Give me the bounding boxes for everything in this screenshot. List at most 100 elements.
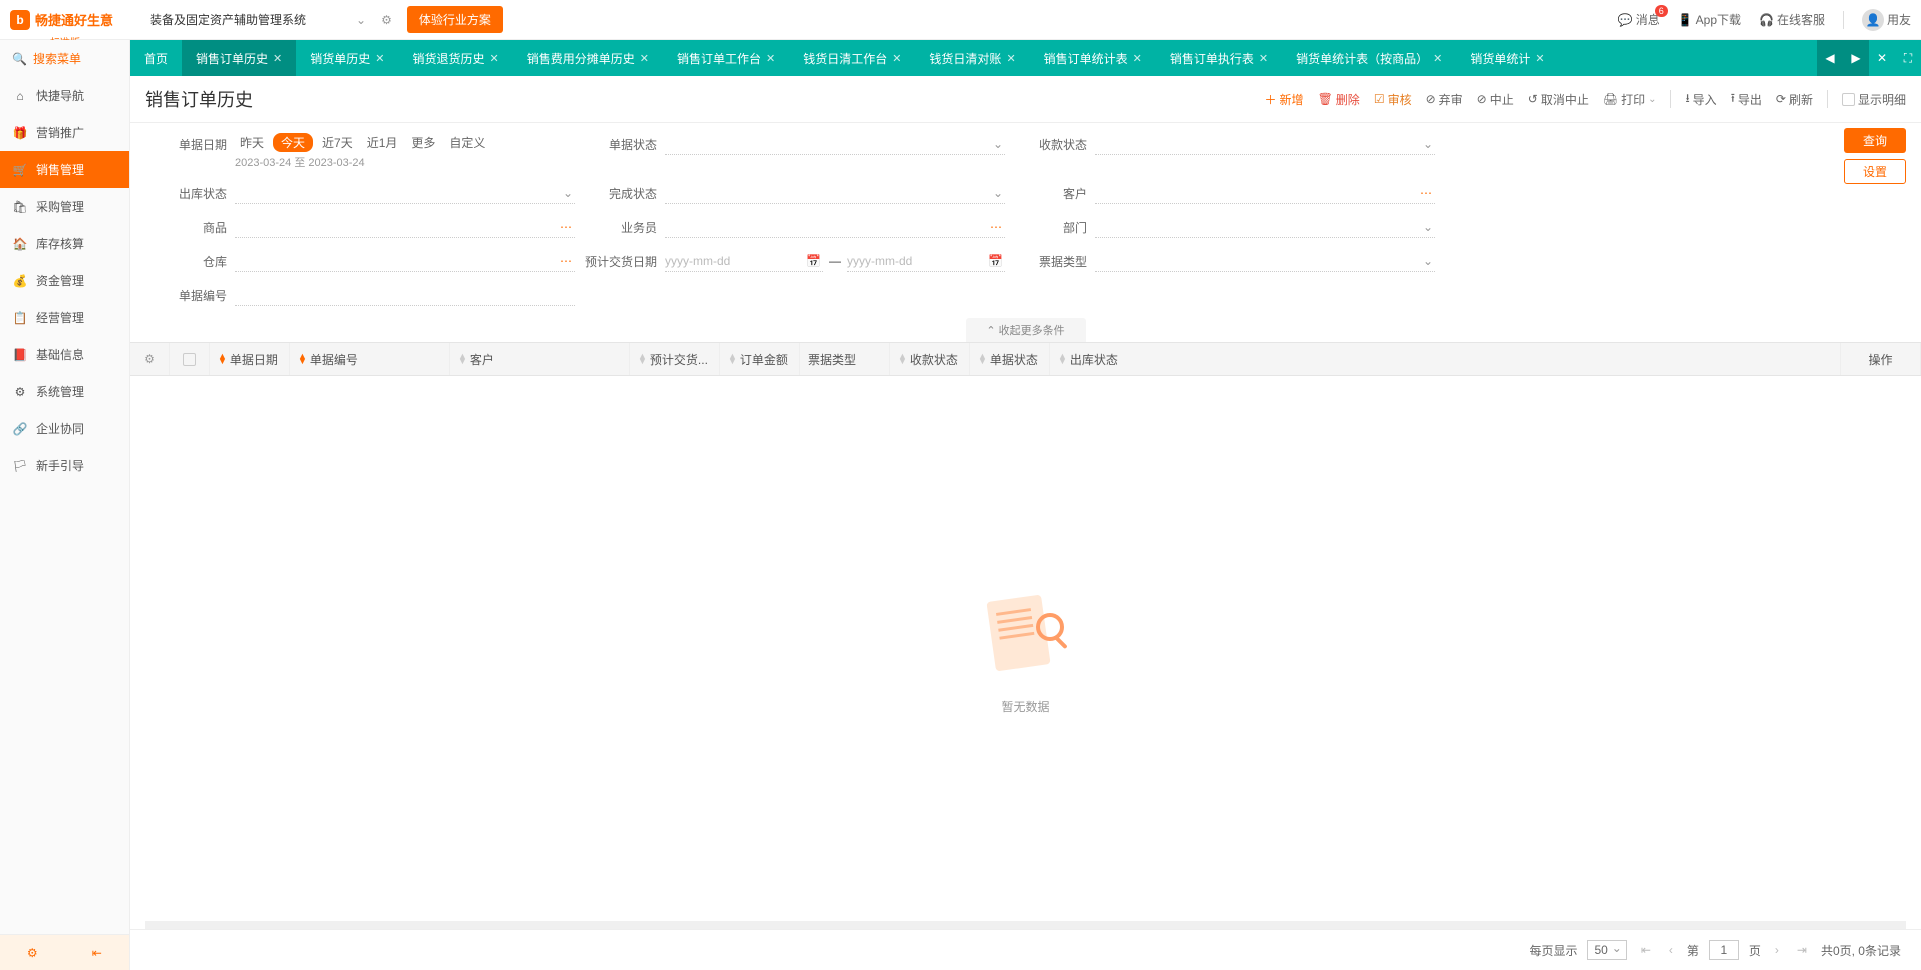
- tab[interactable]: 销货单统计✕: [1456, 40, 1558, 76]
- col-date[interactable]: ▲▼单据日期: [210, 343, 290, 375]
- tab[interactable]: 销售订单统计表✕: [1030, 40, 1156, 76]
- tab[interactable]: 销售订单历史✕: [182, 40, 296, 76]
- tab-fullscreen[interactable]: ⛶: [1895, 40, 1921, 76]
- sidebar-collapse-button[interactable]: ⇤: [65, 935, 130, 970]
- warehouse-picker[interactable]: ⋯: [235, 250, 575, 272]
- sidebar-item-marketing[interactable]: 🎁营销推广: [0, 114, 129, 151]
- tab[interactable]: 销货单历史✕: [296, 40, 398, 76]
- query-button[interactable]: 查询: [1844, 128, 1906, 153]
- download-button[interactable]: 📱 App下载: [1678, 11, 1741, 28]
- settings-button[interactable]: 设置: [1844, 159, 1906, 184]
- date-pill[interactable]: 更多: [406, 133, 440, 152]
- sidebar-item-finance[interactable]: 💰资金管理: [0, 262, 129, 299]
- horizontal-scrollbar[interactable]: [145, 921, 1906, 929]
- industry-plan-button[interactable]: 体验行业方案: [407, 6, 503, 33]
- doc-status-select[interactable]: ⌄: [665, 133, 1005, 155]
- first-page-button[interactable]: ⇤: [1637, 943, 1655, 957]
- sidebar-item-business[interactable]: 📋经营管理: [0, 299, 129, 336]
- dept-select[interactable]: ⌄: [1095, 216, 1435, 238]
- message-button[interactable]: 💬 消息 6: [1618, 11, 1660, 28]
- date-pill[interactable]: 今天: [273, 133, 313, 152]
- sidebar-item-basic[interactable]: 📕基础信息: [0, 336, 129, 373]
- doc-no-input[interactable]: [235, 284, 575, 306]
- tab[interactable]: 销售订单执行表✕: [1156, 40, 1282, 76]
- add-button[interactable]: ＋新增: [1265, 91, 1304, 108]
- tab[interactable]: 钱货日清工作台✕: [789, 40, 915, 76]
- search-menu[interactable]: 🔍 搜索菜单: [0, 40, 129, 77]
- abandon-button[interactable]: ⊘弃审: [1426, 91, 1463, 108]
- prev-page-button[interactable]: ‹: [1665, 943, 1677, 957]
- customer-picker[interactable]: ⋯: [1095, 182, 1435, 204]
- date-pill[interactable]: 自定义: [444, 133, 490, 152]
- close-icon[interactable]: ✕: [1006, 52, 1015, 65]
- out-status-select[interactable]: ⌄: [235, 182, 575, 204]
- cancel-stop-button[interactable]: ↺取消中止: [1528, 91, 1589, 108]
- sidebar-item-sales[interactable]: 🛒销售管理: [0, 151, 129, 188]
- col-amount[interactable]: ▲▼订单金额: [720, 343, 800, 375]
- sidebar-item-inventory[interactable]: 🏠库存核算: [0, 225, 129, 262]
- close-icon[interactable]: ✕: [490, 52, 499, 65]
- col-receipt[interactable]: ▲▼收款状态: [890, 343, 970, 375]
- col-ticket[interactable]: 票据类型: [800, 343, 890, 375]
- date-pill[interactable]: 近1月: [362, 133, 403, 152]
- show-detail-toggle[interactable]: 显示明细: [1842, 91, 1906, 108]
- date-pill[interactable]: 昨天: [235, 133, 269, 152]
- col-expect[interactable]: ▲▼预计交货...: [630, 343, 720, 375]
- delete-button[interactable]: 🗑删除: [1318, 91, 1360, 108]
- tab[interactable]: 首页: [130, 40, 182, 76]
- expect-date-to[interactable]: yyyy-mm-dd📅: [847, 250, 1005, 272]
- select-all-checkbox[interactable]: [170, 343, 210, 375]
- product-picker[interactable]: ⋯: [235, 216, 575, 238]
- col-docstatus[interactable]: ▲▼单据状态: [970, 343, 1050, 375]
- sidebar-item-system[interactable]: ⚙系统管理: [0, 373, 129, 410]
- table-settings-button[interactable]: ⚙: [130, 343, 170, 375]
- print-button[interactable]: 🖨打印⌄: [1603, 91, 1657, 108]
- tab[interactable]: 销货单统计表（按商品）✕: [1282, 40, 1456, 76]
- expect-date-from[interactable]: yyyy-mm-dd📅: [665, 250, 823, 272]
- sidebar-item-collab[interactable]: 🔗企业协同: [0, 410, 129, 447]
- filter-label-outstatus: 出库状态: [145, 182, 235, 202]
- close-icon[interactable]: ✕: [1133, 52, 1142, 65]
- close-icon[interactable]: ✕: [1535, 52, 1544, 65]
- gear-icon[interactable]: ⚙: [381, 13, 392, 27]
- sidebar-item-purchase[interactable]: 🛍采购管理: [0, 188, 129, 225]
- import-button[interactable]: ⭳导入: [1685, 89, 1716, 110]
- col-customer[interactable]: ▲▼客户: [450, 343, 630, 375]
- sidebar-settings-button[interactable]: ⚙: [0, 935, 65, 970]
- ticket-type-select[interactable]: ⌄: [1095, 250, 1435, 272]
- last-page-button[interactable]: ⇥: [1793, 943, 1811, 957]
- sidebar-item-guide[interactable]: 🏳新手引导: [0, 447, 129, 484]
- audit-button[interactable]: ☑审核: [1374, 91, 1412, 108]
- tab-close-all[interactable]: ✕: [1869, 40, 1895, 76]
- tab[interactable]: 销货退货历史✕: [398, 40, 512, 76]
- next-page-button[interactable]: ›: [1771, 943, 1783, 957]
- close-icon[interactable]: ✕: [1433, 52, 1442, 65]
- export-button[interactable]: ⭱导出: [1731, 89, 1762, 110]
- close-icon[interactable]: ✕: [1259, 52, 1268, 65]
- tab-scroll-right[interactable]: ▶: [1843, 40, 1869, 76]
- page-size-select[interactable]: 50: [1587, 940, 1626, 960]
- refresh-button[interactable]: ⟳刷新: [1776, 91, 1813, 108]
- close-icon[interactable]: ✕: [892, 52, 901, 65]
- tab[interactable]: 钱货日清对账✕: [915, 40, 1029, 76]
- col-docno[interactable]: ▲▼单据编号: [290, 343, 450, 375]
- close-icon[interactable]: ✕: [766, 52, 775, 65]
- sidebar-item-quicknav[interactable]: ⌂快捷导航: [0, 77, 129, 114]
- service-button[interactable]: 🎧 在线客服: [1759, 11, 1825, 28]
- system-selector[interactable]: 装备及固定资产辅助管理系统 ⌄: [150, 11, 366, 28]
- col-outstatus[interactable]: ▲▼出库状态: [1050, 343, 1841, 375]
- date-pill[interactable]: 近7天: [317, 133, 358, 152]
- close-icon[interactable]: ✕: [273, 52, 282, 65]
- close-icon[interactable]: ✕: [640, 52, 649, 65]
- tab-scroll-left[interactable]: ◀: [1817, 40, 1843, 76]
- tab[interactable]: 销售费用分摊单历史✕: [513, 40, 663, 76]
- user-menu[interactable]: 👤 用友: [1862, 9, 1911, 31]
- collapse-filters-button[interactable]: ⌃ 收起更多条件: [966, 318, 1086, 342]
- page-input[interactable]: 1: [1709, 940, 1739, 960]
- receipt-status-select[interactable]: ⌄: [1095, 133, 1435, 155]
- salesman-picker[interactable]: ⋯: [665, 216, 1005, 238]
- tab[interactable]: 销售订单工作台✕: [663, 40, 789, 76]
- stop-button[interactable]: ⊘中止: [1477, 91, 1514, 108]
- close-icon[interactable]: ✕: [375, 52, 384, 65]
- finish-status-select[interactable]: ⌄: [665, 182, 1005, 204]
